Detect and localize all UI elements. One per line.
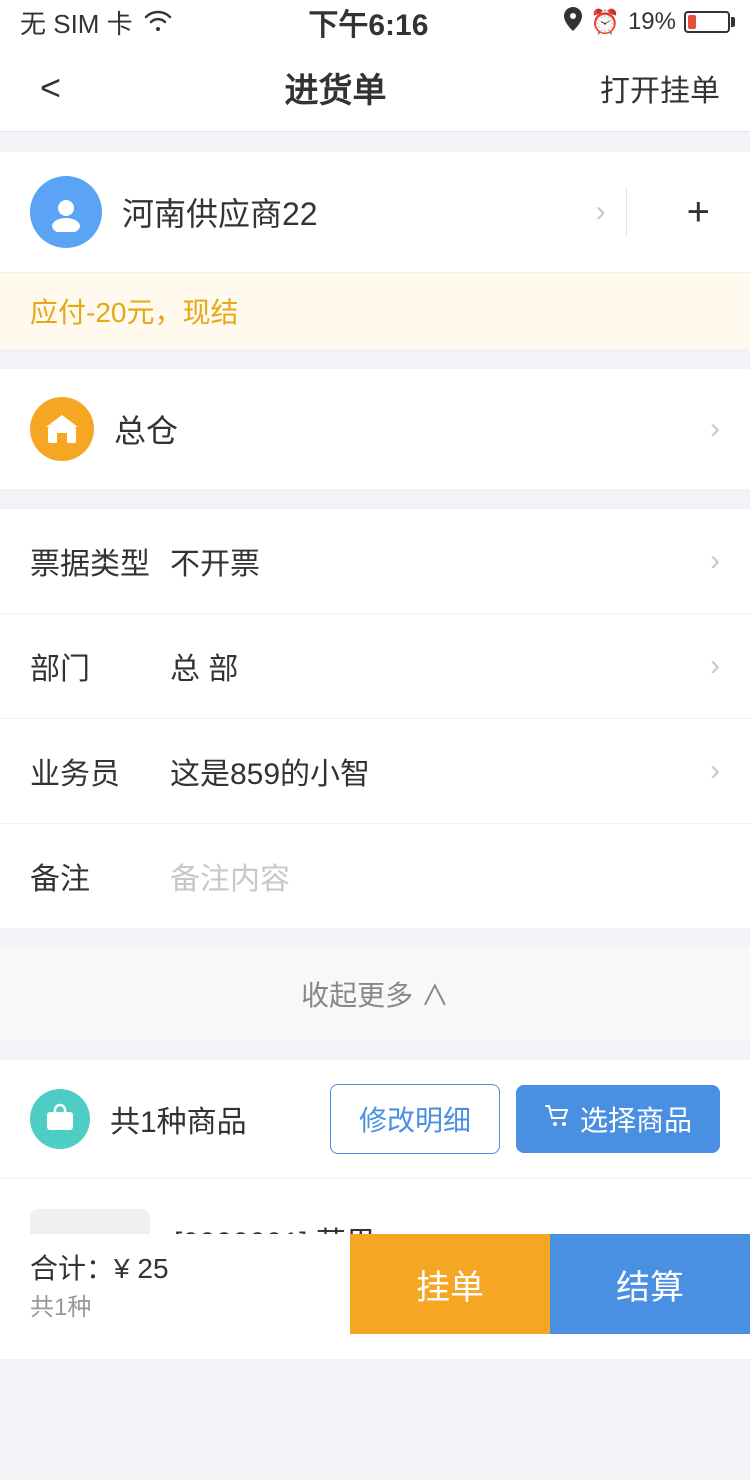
total-amount: 合计：¥ 25 bbox=[30, 1247, 320, 1287]
footer-total: 合计：¥ 25 共1种 bbox=[0, 1234, 350, 1334]
select-product-button[interactable]: 选择商品 bbox=[516, 1085, 720, 1153]
supplier-name: 河南供应商22 bbox=[122, 189, 596, 235]
products-icon bbox=[30, 1089, 90, 1149]
salesperson-label: 业务员 bbox=[30, 749, 150, 793]
status-left: 无 SIM 卡 bbox=[20, 4, 173, 41]
select-product-label: 选择商品 bbox=[580, 1099, 692, 1139]
supplier-warning: 应付-20元，现结 bbox=[0, 273, 750, 349]
hang-button[interactable]: 挂单 bbox=[350, 1234, 550, 1334]
department-row[interactable]: 部门 总 部 › bbox=[0, 614, 750, 719]
remark-row[interactable]: 备注 备注内容 bbox=[0, 824, 750, 928]
invoice-type-value: 不开票 bbox=[150, 539, 710, 583]
total-label: 合计： bbox=[30, 1253, 114, 1284]
back-button[interactable]: < bbox=[30, 57, 71, 119]
page-title: 进货单 bbox=[285, 63, 387, 112]
invoice-type-label: 票据类型 bbox=[30, 539, 150, 583]
supplier-chevron-icon: › bbox=[596, 195, 606, 229]
warehouse-chevron-icon: › bbox=[710, 412, 720, 446]
form-section: 票据类型 不开票 › 部门 总 部 › 业务员 这是859的小智 › 备注 备注… bbox=[0, 509, 750, 928]
carrier-text: 无 SIM 卡 bbox=[20, 4, 133, 41]
department-chevron-icon: › bbox=[710, 649, 720, 683]
department-value: 总 部 bbox=[150, 644, 710, 688]
products-count: 共1种商品 bbox=[110, 1097, 330, 1141]
remark-label: 备注 bbox=[30, 854, 150, 898]
total-count: 共1种 bbox=[30, 1287, 320, 1322]
checkout-button[interactable]: 结算 bbox=[550, 1234, 750, 1334]
battery-percent: 19% bbox=[628, 8, 676, 36]
collapse-button[interactable]: 收起更多 ∧ bbox=[0, 948, 750, 1040]
products-header: 共1种商品 修改明细 选择商品 bbox=[0, 1060, 750, 1179]
status-bar: 无 SIM 卡 下午6:16 ⏰ 19% bbox=[0, 0, 750, 44]
salesperson-chevron-icon: › bbox=[710, 754, 720, 788]
section-divider-1 bbox=[0, 132, 750, 152]
edit-detail-button[interactable]: 修改明细 bbox=[330, 1084, 500, 1154]
footer-spacer bbox=[0, 1360, 750, 1480]
wifi-icon bbox=[143, 7, 173, 38]
invoice-chevron-icon: › bbox=[710, 544, 720, 578]
vertical-divider bbox=[626, 187, 627, 237]
supplier-section: 河南供应商22 › + 应付-20元，现结 bbox=[0, 152, 750, 349]
nav-bar: < 进货单 打开挂单 bbox=[0, 44, 750, 132]
location-icon bbox=[564, 7, 582, 38]
total-value: ¥ 25 bbox=[114, 1253, 169, 1284]
status-time: 下午6:16 bbox=[308, 0, 428, 44]
open-hang-button[interactable]: 打开挂单 bbox=[600, 66, 720, 110]
footer: 合计：¥ 25 共1种 挂单 结算 bbox=[0, 1234, 750, 1334]
warehouse-name: 总仓 bbox=[114, 406, 710, 452]
invoice-type-row[interactable]: 票据类型 不开票 › bbox=[0, 509, 750, 614]
cart-icon bbox=[544, 1103, 572, 1135]
warehouse-icon bbox=[30, 397, 94, 461]
remark-input[interactable]: 备注内容 bbox=[150, 854, 720, 898]
supplier-avatar bbox=[30, 176, 102, 248]
supplier-add-button[interactable]: + bbox=[677, 190, 720, 235]
warehouse-section[interactable]: 总仓 › bbox=[0, 349, 750, 489]
salesperson-row[interactable]: 业务员 这是859的小智 › bbox=[0, 719, 750, 824]
salesperson-value: 这是859的小智 bbox=[150, 749, 710, 793]
battery-icon bbox=[684, 11, 730, 33]
supplier-row[interactable]: 河南供应商22 › + bbox=[0, 152, 750, 273]
alarm-icon: ⏰ bbox=[590, 8, 620, 37]
department-label: 部门 bbox=[30, 644, 150, 688]
status-right: ⏰ 19% bbox=[564, 7, 730, 38]
